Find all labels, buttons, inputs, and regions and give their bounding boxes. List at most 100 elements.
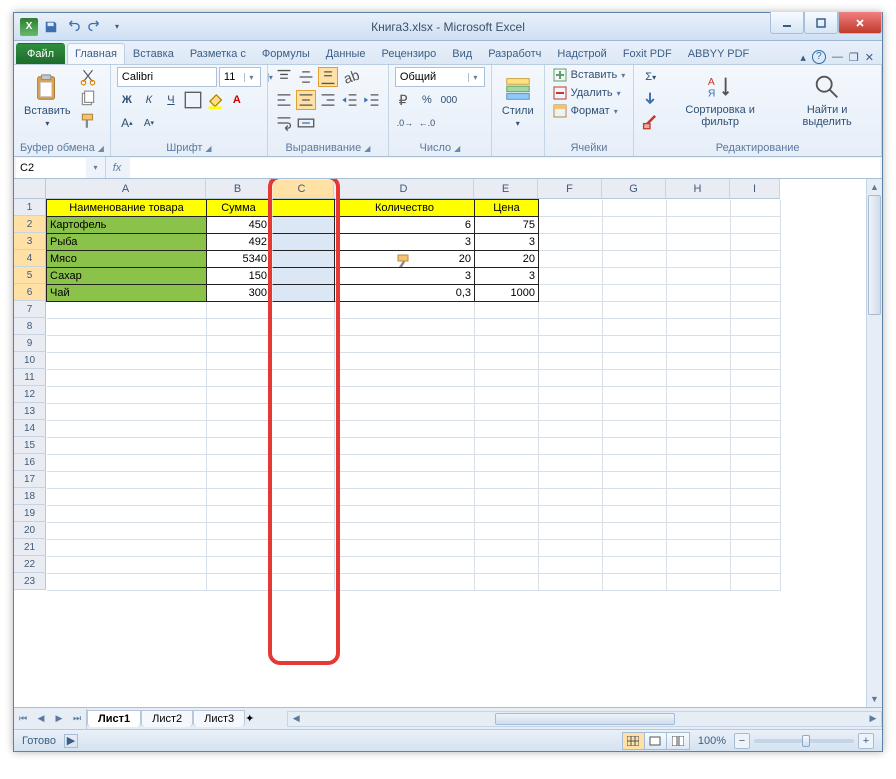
cell-E22[interactable] (475, 557, 539, 574)
font-name-combo[interactable]: ▾ (117, 67, 217, 87)
cell-E2[interactable]: 75 (475, 217, 539, 234)
macro-record-icon[interactable]: ▶ (64, 734, 78, 748)
tab-home[interactable]: Главная (67, 43, 125, 64)
name-box-input[interactable] (16, 158, 86, 178)
cell-F17[interactable] (539, 472, 603, 489)
cell-D23[interactable] (335, 574, 475, 591)
grow-font-button[interactable]: A▴ (117, 113, 137, 133)
cell-E23[interactable] (475, 574, 539, 591)
cell-H19[interactable] (667, 506, 731, 523)
tab-addins[interactable]: Надстрой (549, 43, 614, 64)
cell-C20[interactable] (271, 523, 335, 540)
cell-E7[interactable] (475, 302, 539, 319)
cell-E13[interactable] (475, 404, 539, 421)
tab-abbyy[interactable]: ABBYY PDF (680, 43, 758, 64)
cell-H6[interactable] (667, 285, 731, 302)
cell-D14[interactable] (335, 421, 475, 438)
cell-G23[interactable] (603, 574, 667, 591)
cell-D21[interactable] (335, 540, 475, 557)
zoom-level[interactable]: 100% (698, 735, 726, 747)
row-header-13[interactable]: 13 (14, 403, 46, 420)
sheet-tab-3[interactable]: Лист3 (193, 710, 245, 727)
cell-A12[interactable] (47, 387, 207, 404)
cell-H15[interactable] (667, 438, 731, 455)
cell-B3[interactable]: 492 (207, 234, 271, 251)
align-left-button[interactable] (274, 90, 294, 110)
cell-I7[interactable] (731, 302, 781, 319)
cell-E11[interactable] (475, 370, 539, 387)
tab-pagelayout[interactable]: Разметка с (182, 43, 254, 64)
italic-button[interactable]: К (139, 90, 159, 110)
row-header-15[interactable]: 15 (14, 437, 46, 454)
cell-H7[interactable] (667, 302, 731, 319)
name-box[interactable]: ▾ (14, 157, 106, 178)
cell-F3[interactable] (539, 234, 603, 251)
cell-F20[interactable] (539, 523, 603, 540)
find-select-button[interactable]: Найти и выделить (779, 67, 875, 133)
underline-button[interactable]: Ч (161, 90, 181, 110)
percent-button[interactable]: % (417, 90, 437, 110)
cell-H18[interactable] (667, 489, 731, 506)
cell-A22[interactable] (47, 557, 207, 574)
cell-B19[interactable] (207, 506, 271, 523)
cell-B8[interactable] (207, 319, 271, 336)
row-header-2[interactable]: 2 (14, 216, 46, 233)
align-center-button[interactable] (296, 90, 316, 110)
cell-F16[interactable] (539, 455, 603, 472)
increase-decimal-button[interactable]: .0→ (395, 113, 415, 133)
cell-F11[interactable] (539, 370, 603, 387)
new-sheet-button[interactable]: ✦ (245, 712, 267, 725)
cell-H12[interactable] (667, 387, 731, 404)
grid-body[interactable]: Наименование товараСуммаКоличествоЦенаКа… (46, 199, 882, 707)
cell-D20[interactable] (335, 523, 475, 540)
autosum-button[interactable]: Σ▾ (640, 67, 661, 87)
doc-close-button[interactable]: ✕ (865, 51, 874, 64)
cell-G5[interactable] (603, 268, 667, 285)
cell-G2[interactable] (603, 217, 667, 234)
cell-I19[interactable] (731, 506, 781, 523)
cell-D7[interactable] (335, 302, 475, 319)
cell-I8[interactable] (731, 319, 781, 336)
qat-more-button[interactable]: ▾ (108, 18, 126, 36)
vertical-scrollbar[interactable]: ▲ ▼ (866, 179, 882, 707)
cell-E19[interactable] (475, 506, 539, 523)
cell-E6[interactable]: 1000 (475, 285, 539, 302)
cell-C22[interactable] (271, 557, 335, 574)
cell-I1[interactable] (731, 200, 781, 217)
cell-G8[interactable] (603, 319, 667, 336)
row-header-22[interactable]: 22 (14, 556, 46, 573)
cell-B21[interactable] (207, 540, 271, 557)
cell-H16[interactable] (667, 455, 731, 472)
cell-D3[interactable]: 3 (335, 234, 475, 251)
row-header-6[interactable]: 6 (14, 284, 46, 301)
cell-A19[interactable] (47, 506, 207, 523)
cell-I6[interactable] (731, 285, 781, 302)
cell-F12[interactable] (539, 387, 603, 404)
cell-E16[interactable] (475, 455, 539, 472)
cell-I4[interactable] (731, 251, 781, 268)
cell-H10[interactable] (667, 353, 731, 370)
cell-E15[interactable] (475, 438, 539, 455)
cell-H4[interactable] (667, 251, 731, 268)
row-header-14[interactable]: 14 (14, 420, 46, 437)
cell-F10[interactable] (539, 353, 603, 370)
decrease-indent-button[interactable] (340, 90, 360, 110)
clear-button[interactable] (640, 111, 660, 131)
cell-F23[interactable] (539, 574, 603, 591)
tab-formulas[interactable]: Формулы (254, 43, 318, 64)
redo-button[interactable] (86, 18, 104, 36)
cell-D6[interactable]: 0,3 (335, 285, 475, 302)
zoom-rail[interactable] (754, 739, 854, 743)
row-header-17[interactable]: 17 (14, 471, 46, 488)
cell-G18[interactable] (603, 489, 667, 506)
cell-I13[interactable] (731, 404, 781, 421)
scroll-down-button[interactable]: ▼ (867, 691, 882, 707)
cell-C19[interactable] (271, 506, 335, 523)
orientation-button[interactable]: ab (340, 67, 360, 87)
cell-D1[interactable]: Количество (335, 200, 475, 217)
cell-I3[interactable] (731, 234, 781, 251)
column-header-F[interactable]: F (538, 179, 602, 199)
cell-H17[interactable] (667, 472, 731, 489)
select-all-corner[interactable] (14, 179, 46, 199)
cell-A17[interactable] (47, 472, 207, 489)
